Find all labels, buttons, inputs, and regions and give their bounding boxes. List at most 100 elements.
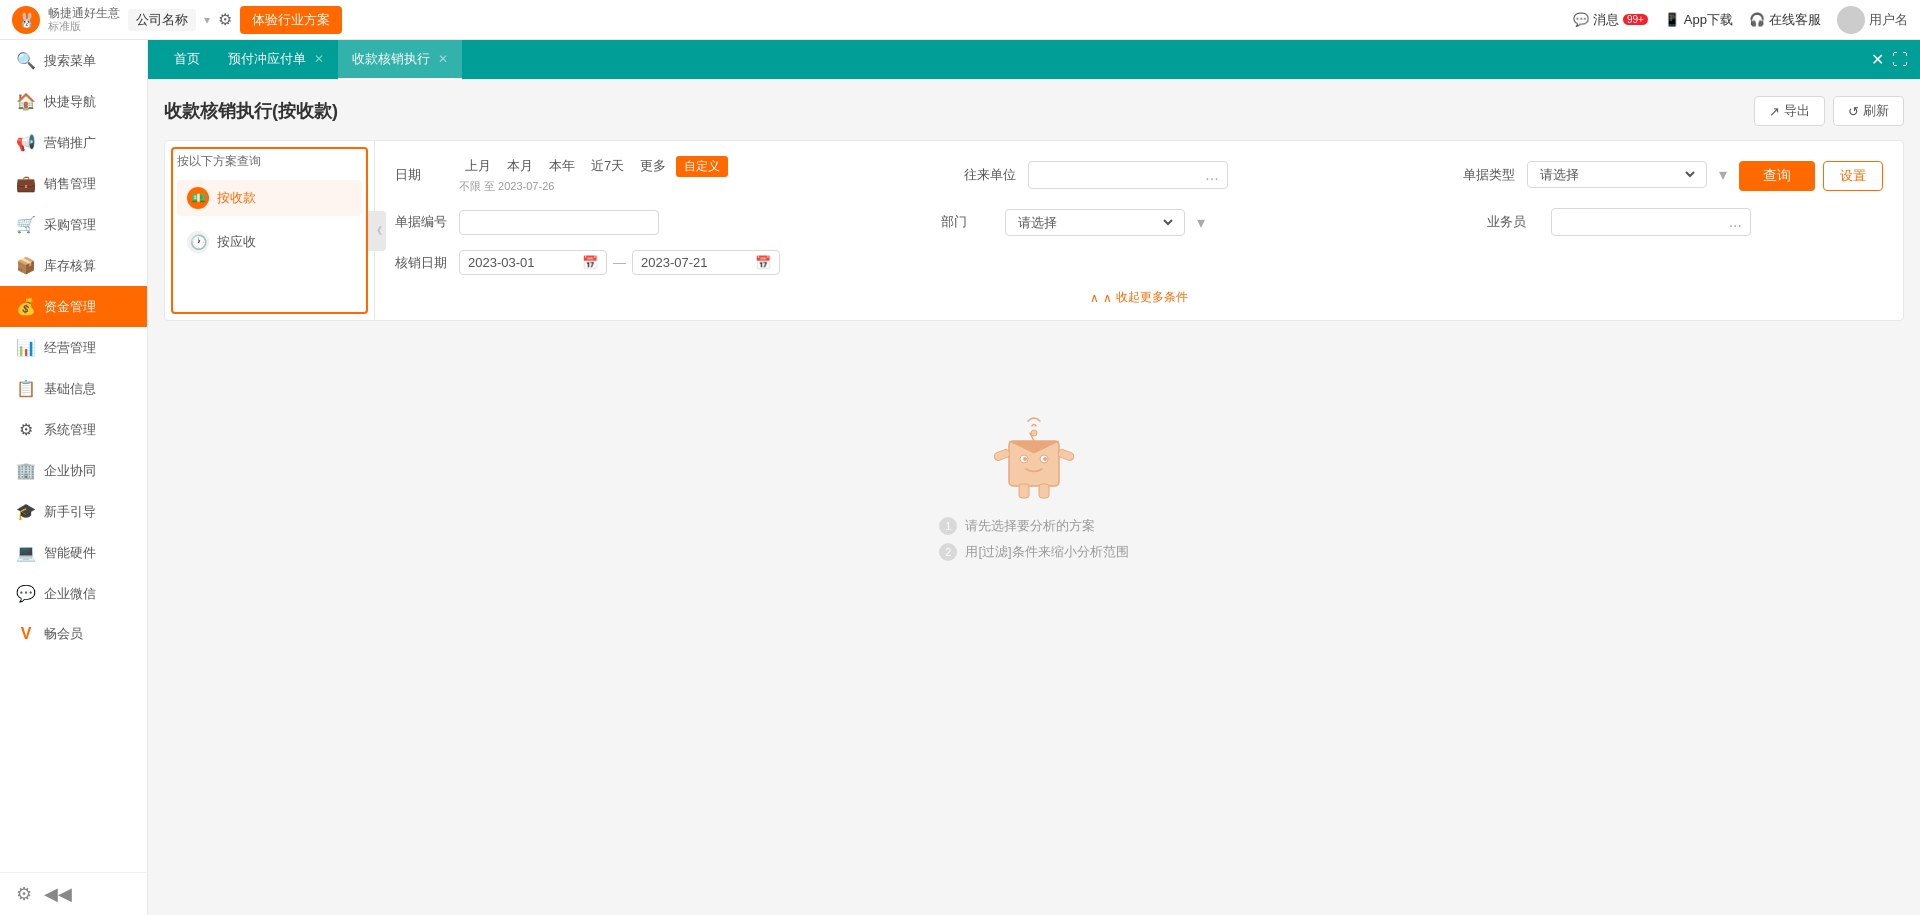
svg-point-3 bbox=[1023, 457, 1027, 461]
sidebar-item-system[interactable]: ⚙ 系统管理 bbox=[0, 409, 147, 450]
filter-option-by-receivable[interactable]: 🕐 按应收 bbox=[177, 224, 362, 260]
filter-option-receivable-icon: 🕐 bbox=[187, 231, 209, 253]
date-btn-more[interactable]: 更多 bbox=[634, 155, 672, 177]
date-btn-custom[interactable]: 自定义 bbox=[676, 156, 728, 177]
doctype-select-wrapper[interactable]: 请选择 bbox=[1527, 161, 1707, 188]
message-button[interactable]: 💬 消息 99+ bbox=[1573, 11, 1648, 29]
sidebar-label-sales: 销售管理 bbox=[44, 175, 96, 193]
collapse-more-bar[interactable]: ∧ ∧ 收起更多条件 bbox=[395, 289, 1883, 306]
svg-rect-5 bbox=[993, 449, 1011, 462]
sidebar-item-finance[interactable]: 💰 资金管理 bbox=[0, 286, 147, 327]
enterprise-icon: 🏢 bbox=[16, 461, 36, 480]
guide-icon: 🎓 bbox=[16, 502, 36, 521]
sidebar-item-purchase[interactable]: 🛒 采购管理 bbox=[0, 204, 147, 245]
date-btn-this-month[interactable]: 本月 bbox=[501, 155, 539, 177]
operations-icon: 📊 bbox=[16, 338, 36, 357]
marketing-icon: 📢 bbox=[16, 133, 36, 152]
date-btn-7days[interactable]: 近7天 bbox=[585, 155, 630, 177]
dept-select-wrapper[interactable]: 请选择 bbox=[1005, 209, 1185, 236]
filter-collapse-button[interactable]: 《 bbox=[368, 211, 386, 251]
counterpart-input[interactable] bbox=[1037, 167, 1202, 182]
empty-illustration bbox=[984, 401, 1084, 501]
svg-rect-7 bbox=[1019, 484, 1029, 498]
sidebar-item-quick-nav[interactable]: 🏠 快捷导航 bbox=[0, 81, 147, 122]
empty-tips: 1 请先选择要分析的方案 2 用[过滤]条件来缩小分析范围 bbox=[939, 517, 1128, 561]
docnumber-input[interactable] bbox=[459, 210, 659, 235]
settings-button[interactable]: 设置 bbox=[1823, 161, 1883, 191]
solution-button[interactable]: 体验行业方案 bbox=[240, 6, 342, 34]
calendar-start-icon[interactable]: 📅 bbox=[582, 255, 598, 270]
sidebar-item-basic-info[interactable]: 📋 基础信息 bbox=[0, 368, 147, 409]
dept-select[interactable]: 请选择 bbox=[1014, 214, 1176, 231]
chevron-down-icon[interactable]: ▾ bbox=[204, 13, 210, 27]
page-header: 收款核销执行(按收款) ↗ 导出 ↺ 刷新 bbox=[164, 96, 1904, 126]
company-name[interactable]: 公司名称 bbox=[128, 9, 196, 31]
settings-icon[interactable]: ⚙ bbox=[218, 10, 232, 29]
tab-expand-icon[interactable]: ⛶ bbox=[1892, 51, 1908, 69]
tab-prepay-close[interactable]: ✕ bbox=[314, 52, 324, 66]
refresh-button[interactable]: ↺ 刷新 bbox=[1833, 96, 1904, 126]
app-download-label: App下载 bbox=[1684, 11, 1733, 29]
page-content: 收款核销执行(按收款) ↗ 导出 ↺ 刷新 按以下方案查 bbox=[148, 80, 1920, 915]
user-avatar[interactable]: 用户名 bbox=[1837, 6, 1908, 34]
sidebar-item-hardware[interactable]: 💻 智能硬件 bbox=[0, 532, 147, 573]
export-button[interactable]: ↗ 导出 bbox=[1754, 96, 1825, 126]
tab-close-all-icon[interactable]: ✕ bbox=[1871, 50, 1884, 69]
verifydate-end-input[interactable] bbox=[641, 255, 751, 270]
tab-home-label: 首页 bbox=[174, 50, 200, 68]
tab-prepay[interactable]: 预付冲应付单 ✕ bbox=[214, 40, 338, 80]
message-badge: 99+ bbox=[1623, 14, 1648, 25]
finance-icon: 💰 bbox=[16, 297, 36, 316]
sidebar-label-weixin: 企业微信 bbox=[44, 585, 96, 603]
verifydate-start-input[interactable] bbox=[468, 255, 578, 270]
filter-docnumber-field: 单据编号 bbox=[395, 210, 659, 235]
tab-receipt-verify-label: 收款核销执行 bbox=[352, 50, 430, 68]
sidebar-collapse-icon[interactable]: ◀◀ bbox=[44, 883, 72, 905]
counterpart-dots-icon[interactable]: ... bbox=[1205, 166, 1218, 184]
sidebar-label-inventory: 库存核算 bbox=[44, 257, 96, 275]
sidebar-item-member[interactable]: V 畅会员 bbox=[0, 614, 147, 654]
date-range-separator: — bbox=[613, 255, 626, 270]
weixin-icon: 💬 bbox=[16, 584, 36, 603]
svg-rect-6 bbox=[1057, 449, 1075, 462]
tab-home[interactable]: 首页 bbox=[160, 40, 214, 80]
download-icon: 📱 bbox=[1664, 12, 1680, 27]
date-btn-this-year[interactable]: 本年 bbox=[543, 155, 581, 177]
refresh-label: 刷新 bbox=[1863, 102, 1889, 120]
staff-dots-icon[interactable]: ... bbox=[1729, 213, 1742, 231]
doctype-select[interactable]: 请选择 bbox=[1536, 166, 1698, 183]
sidebar-item-search[interactable]: 🔍 搜索菜单 bbox=[0, 40, 147, 81]
staff-input[interactable] bbox=[1560, 215, 1725, 230]
sidebar-item-guide[interactable]: 🎓 新手引导 bbox=[0, 491, 147, 532]
filter-counterpart-field: 往来单位 ... bbox=[964, 161, 1228, 189]
date-label: 日期 bbox=[395, 166, 451, 184]
tab-receipt-verify-close[interactable]: ✕ bbox=[438, 52, 448, 66]
filter-right-panel: 日期 上月 本月 本年 近7天 更多 自定义 不限 至 bbox=[375, 141, 1903, 320]
date-btn-last-month[interactable]: 上月 bbox=[459, 155, 497, 177]
bottom-settings-icon[interactable]: ⚙ bbox=[16, 883, 32, 905]
query-button[interactable]: 查询 bbox=[1739, 161, 1815, 191]
empty-tip-2: 2 用[过滤]条件来缩小分析范围 bbox=[939, 543, 1128, 561]
collapse-left-icon: 《 bbox=[372, 224, 382, 238]
doctype-dots-icon[interactable]: ▾ bbox=[1719, 165, 1727, 184]
sidebar-item-sales[interactable]: 💼 销售管理 bbox=[0, 163, 147, 204]
collapse-more-icon: ∧ ∧ bbox=[1090, 291, 1111, 305]
sidebar-item-weixin[interactable]: 💬 企业微信 bbox=[0, 573, 147, 614]
sidebar-item-operations[interactable]: 📊 经营管理 bbox=[0, 327, 147, 368]
service-icon: 🎧 bbox=[1749, 12, 1765, 27]
sidebar-label-member: 畅会员 bbox=[44, 625, 83, 643]
export-label: 导出 bbox=[1784, 102, 1810, 120]
refresh-icon: ↺ bbox=[1848, 104, 1859, 119]
sidebar-item-enterprise[interactable]: 🏢 企业协同 bbox=[0, 450, 147, 491]
empty-tip-1: 1 请先选择要分析的方案 bbox=[939, 517, 1128, 535]
dept-chevron-icon[interactable]: ▾ bbox=[1197, 213, 1205, 232]
tab-receipt-verify[interactable]: 收款核销执行 ✕ bbox=[338, 40, 462, 80]
calendar-end-icon[interactable]: 📅 bbox=[755, 255, 771, 270]
sidebar-item-marketing[interactable]: 📢 营销推广 bbox=[0, 122, 147, 163]
filter-option-by-receipt[interactable]: 💵 按收款 bbox=[177, 180, 362, 216]
top-bar-right: 💬 消息 99+ 📱 App下载 🎧 在线客服 用户名 bbox=[1573, 6, 1908, 34]
app-download-button[interactable]: 📱 App下载 bbox=[1664, 11, 1733, 29]
verifydate-end-wrapper: 📅 bbox=[632, 250, 780, 275]
sidebar-item-inventory[interactable]: 📦 库存核算 bbox=[0, 245, 147, 286]
customer-service-button[interactable]: 🎧 在线客服 bbox=[1749, 11, 1821, 29]
